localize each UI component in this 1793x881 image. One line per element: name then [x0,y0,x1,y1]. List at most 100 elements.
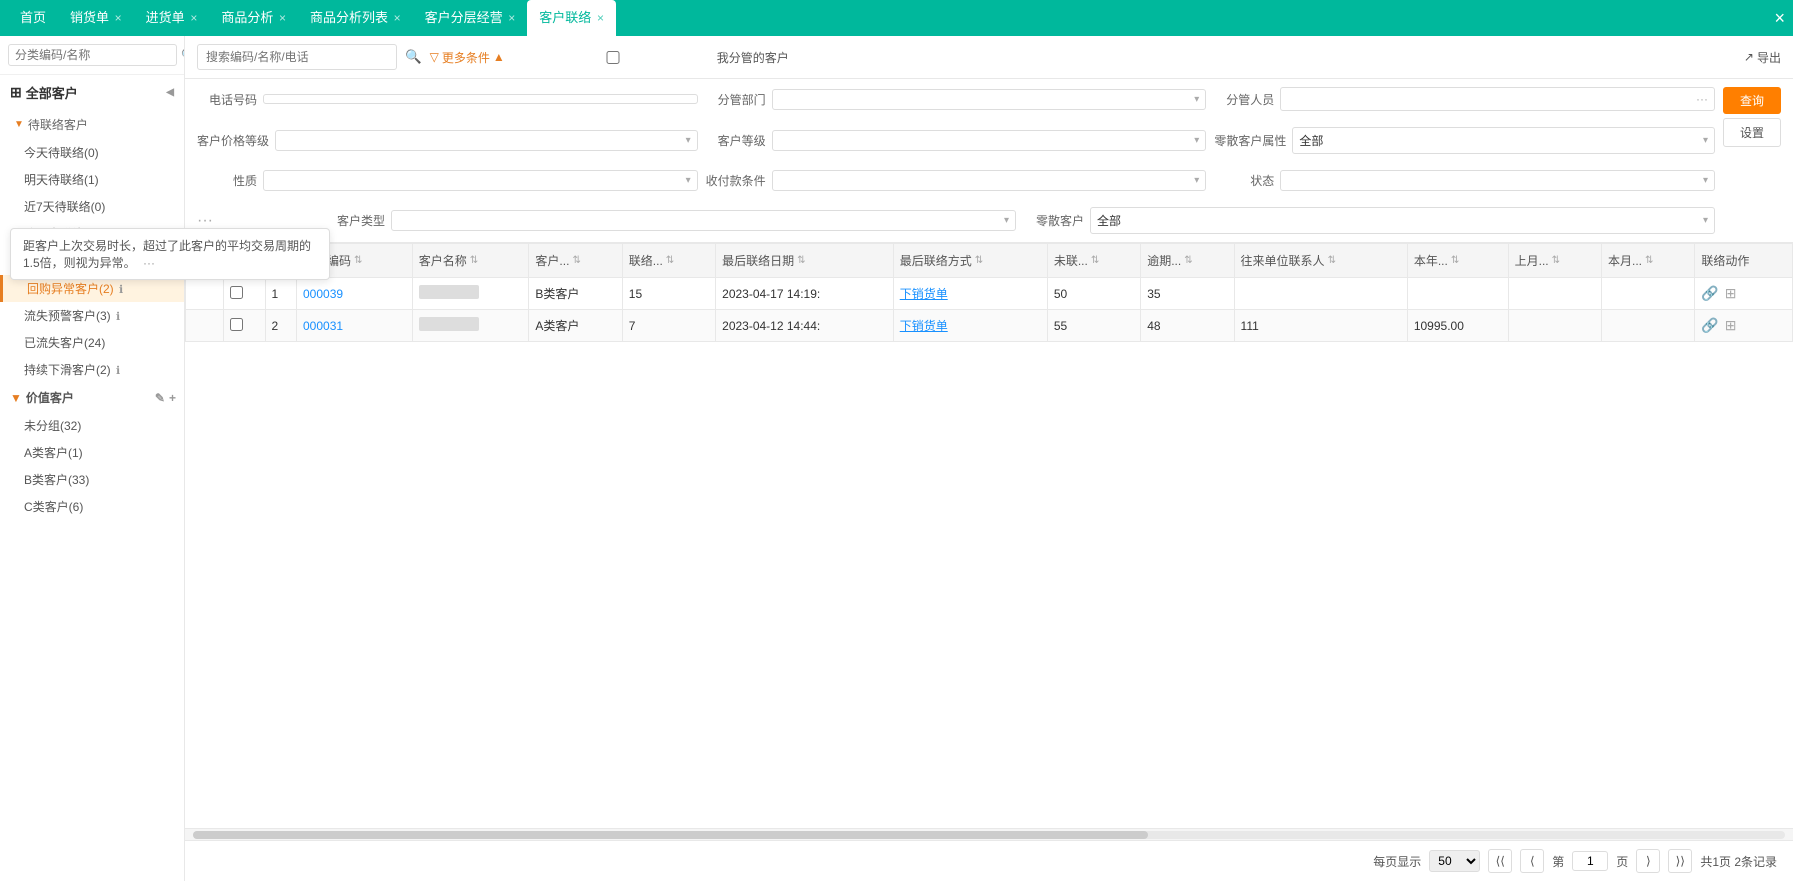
phone-input[interactable] [263,94,698,104]
nav-customer-segment-close[interactable]: × [508,11,515,25]
row1-select-checkbox[interactable] [230,286,243,299]
nav-purchase[interactable]: 进货单 × [134,0,210,36]
company-contact-sort-icon[interactable]: ⇅ [1328,255,1336,266]
price-level-select[interactable]: ▾ [275,130,698,151]
search-button[interactable]: 🔍 [405,49,422,65]
declining-info-icon: ℹ [116,365,120,377]
col-this-month: 本月... ⇅ [1601,244,1694,278]
customer-type-select[interactable]: ▾ [391,210,1016,231]
type-sort-icon[interactable]: ⇅ [572,255,580,266]
row1-link-icon[interactable]: 🔗 [1701,285,1718,302]
pending-group[interactable]: ▼ 待联络客户 [0,110,184,139]
search-input[interactable] [197,44,397,70]
declining[interactable]: 持续下滑客户(2) ℹ [0,356,184,383]
value-ungroup[interactable]: 未分组(32) [0,412,184,439]
nav-customer-segment[interactable]: 客户分层经营 × [413,0,528,36]
row1-last-month [1508,278,1601,310]
week-pending[interactable]: 近7天待联络(0) [0,193,184,220]
row2-qr-icon[interactable]: ⊞ [1725,317,1737,334]
row2-no: 2 [265,310,296,342]
more-conditions-btn[interactable]: ▽ 更多条件 ▲ [430,49,505,66]
row2-code[interactable]: 000031 [297,310,413,342]
first-page-btn[interactable]: ⟨⟨ [1488,849,1512,873]
settings-button[interactable]: 设置 [1723,118,1781,147]
row1-this-year [1407,278,1508,310]
last-page-btn[interactable]: ⟩⟩ [1668,849,1692,873]
retail-attr-select[interactable]: 全部 ▾ [1292,127,1715,154]
status-select[interactable]: ▾ [1280,170,1715,191]
scroll-thumb[interactable] [193,831,1148,839]
query-button[interactable]: 查询 [1723,87,1781,114]
row2-method-link[interactable]: 下销货单 [900,319,948,333]
value-add-icon[interactable]: + [169,391,176,405]
horizontal-scrollbar[interactable] [185,828,1793,840]
lost-preview[interactable]: 流失预警客户(3) ℹ [0,302,184,329]
row2-link-icon[interactable]: 🔗 [1701,317,1718,334]
value-group[interactable]: ▼ 价值客户 ✎ + [0,383,184,412]
current-page-input[interactable] [1572,851,1608,871]
payment-select[interactable]: ▾ [772,170,1207,191]
value-edit-icon[interactable]: ✎ [155,391,165,405]
my-customers-checkbox[interactable] [513,51,713,64]
overdue-sort-icon[interactable]: ⇅ [1184,255,1192,266]
row1-last-method[interactable]: 下销货单 [893,278,1047,310]
branch-person-field: 分管人员 ··· [1214,87,1715,111]
next-page-btn[interactable]: ⟩ [1636,849,1660,873]
table-wrapper[interactable]: ⚙ 客户编码 ⇅ [185,243,1793,828]
nav-analysis-list-close[interactable]: × [394,11,401,25]
last-month-sort-icon[interactable]: ⇅ [1552,255,1560,266]
tomorrow-pending[interactable]: 明天待联络(1) [0,166,184,193]
retail-attr-field: 零散客户属性 全部 ▾ [1214,127,1715,154]
window-close-btn[interactable]: × [1774,8,1785,29]
value-c[interactable]: C类客户(6) [0,493,184,520]
data-table: ⚙ 客户编码 ⇅ [185,243,1793,342]
my-customers-checkbox-label[interactable]: 我分管的客户 [513,49,789,66]
this-month-sort-icon[interactable]: ⇅ [1645,255,1653,266]
name-sort-icon[interactable]: ⇅ [470,255,478,266]
lost-preview-info-icon: ℹ [116,311,120,323]
all-customers-section[interactable]: ⊞ 全部客户 ◀ [0,75,184,110]
collapse-btn[interactable]: ◀ [166,87,174,98]
value-b[interactable]: B类客户(33) [0,466,184,493]
row2-last-method[interactable]: 下销货单 [893,310,1047,342]
nav-customer-contact-close[interactable]: × [597,11,604,25]
nav-customer-contact[interactable]: 客户联络 × [527,0,616,36]
page-label: 第 [1552,853,1564,870]
col-contact: 联络... ⇅ [622,244,715,278]
branch-dept-select[interactable]: ▾ [772,89,1207,110]
customer-level-select[interactable]: ▾ [772,130,1207,151]
method-sort-icon[interactable]: ⇅ [975,255,983,266]
this-year-sort-icon[interactable]: ⇅ [1451,255,1459,266]
export-button[interactable]: ↗ 导出 [1744,49,1781,66]
value-a[interactable]: A类客户(1) [0,439,184,466]
nav-sales-close[interactable]: × [115,11,122,25]
gender-select[interactable]: ▾ [263,170,698,191]
today-pending[interactable]: 今天待联络(0) [0,139,184,166]
retail-customer-select[interactable]: 全部 ▾ [1090,207,1715,234]
table-area: ⚙ 客户编码 ⇅ [185,243,1793,881]
already-lost[interactable]: 已流失客户(24) [0,329,184,356]
prev-page-btn[interactable]: ⟨ [1520,849,1544,873]
code-sort-icon[interactable]: ⇅ [354,255,362,266]
nav-analysis-close[interactable]: × [279,11,286,25]
per-page-select[interactable]: 50 100 200 [1429,850,1480,872]
more-filter-ellipsis[interactable]: ··· [197,212,213,230]
nav-analysis-list[interactable]: 商品分析列表 × [298,0,413,36]
date-sort-icon[interactable]: ⇅ [797,255,805,266]
top-nav: 首页 销货单 × 进货单 × 商品分析 × 商品分析列表 × 客户分层经营 × … [0,0,1793,36]
row1-type: B类客户 [529,278,622,310]
row1-method-link[interactable]: 下销货单 [900,287,948,301]
branch-person-input[interactable]: ··· [1280,87,1715,111]
customer-level-arrow: ▾ [1194,135,1199,146]
row2-select-checkbox[interactable] [230,318,243,331]
not-contact-sort-icon[interactable]: ⇅ [1091,255,1099,266]
nav-home[interactable]: 首页 [8,0,58,36]
nav-sales[interactable]: 销货单 × [58,0,134,36]
nav-purchase-close[interactable]: × [190,11,197,25]
row1-qr-icon[interactable]: ⊞ [1725,285,1737,302]
contact-sort-icon[interactable]: ⇅ [666,255,674,266]
nav-analysis[interactable]: 商品分析 × [209,0,298,36]
row1-code[interactable]: 000039 [297,278,413,310]
sidebar-search-input[interactable] [8,44,177,66]
filter-row-1: 电话号码 分管部门 ▾ 分管人员 [197,87,1715,111]
